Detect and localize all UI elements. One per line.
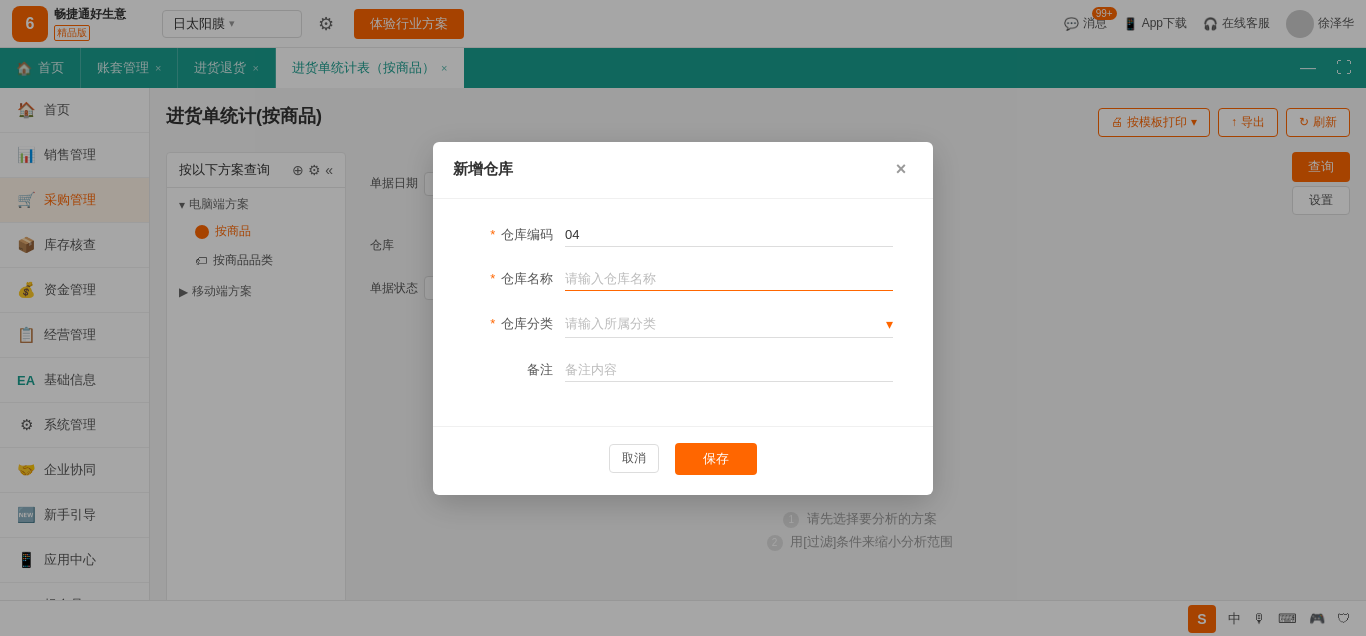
warehouse-remark-input[interactable] (565, 358, 893, 382)
warehouse-name-input[interactable] (565, 267, 893, 291)
dialog-header: 新增仓库 × (433, 142, 933, 199)
form-row-remark: 备注 (473, 358, 893, 382)
form-label-name: * 仓库名称 (473, 270, 553, 288)
form-row-code: * 仓库编码 (473, 223, 893, 247)
warehouse-category-placeholder: 请输入所属分类 (565, 315, 656, 333)
form-row-name: * 仓库名称 (473, 267, 893, 291)
modal-overlay[interactable]: 新增仓库 × * 仓库编码 * 仓库名称 (0, 0, 1366, 636)
form-label-code: * 仓库编码 (473, 226, 553, 244)
required-star-code: * (490, 227, 495, 242)
form-label-category: * 仓库分类 (473, 315, 553, 333)
form-label-remark: 备注 (473, 361, 553, 379)
dialog-body: * 仓库编码 * 仓库名称 * 仓库分类 请输入所属 (433, 199, 933, 426)
form-row-category: * 仓库分类 请输入所属分类 ▾ (473, 311, 893, 338)
required-star-name: * (490, 271, 495, 286)
dialog-footer: 取消 保存 (433, 426, 933, 495)
warehouse-category-select[interactable]: 请输入所属分类 ▾ (565, 311, 893, 338)
required-star-category: * (490, 316, 495, 331)
save-btn[interactable]: 保存 (675, 443, 757, 475)
dialog-add-warehouse: 新增仓库 × * 仓库编码 * 仓库名称 (433, 142, 933, 495)
cancel-btn[interactable]: 取消 (609, 444, 659, 473)
warehouse-code-input[interactable] (565, 223, 893, 247)
select-arrow-icon: ▾ (886, 316, 893, 332)
dialog-close-btn[interactable]: × (889, 158, 913, 182)
dialog-title: 新增仓库 (453, 160, 513, 179)
